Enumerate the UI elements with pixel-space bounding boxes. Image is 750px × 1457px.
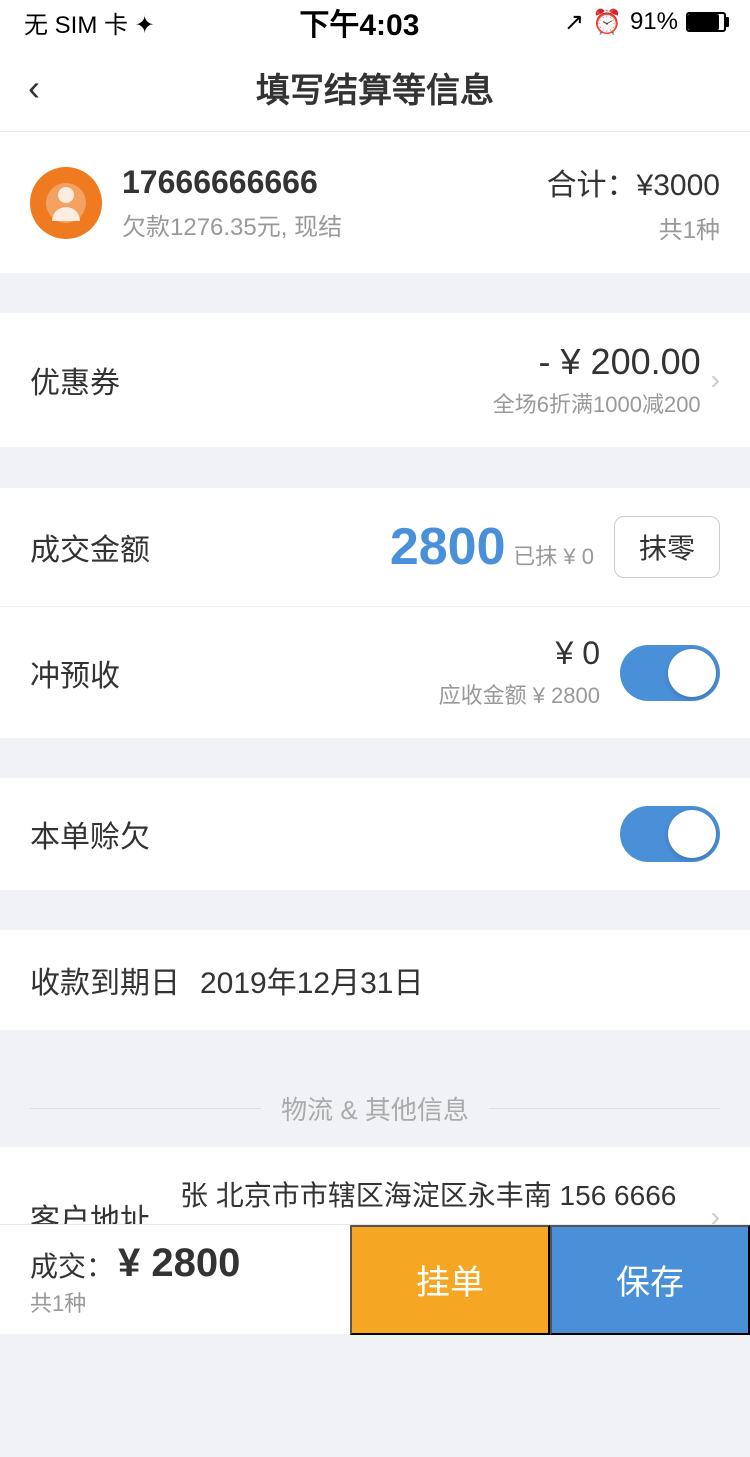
round-zero-button[interactable]: 抹零 bbox=[614, 516, 720, 578]
rush-right: ¥ 0 应收金额 ¥ 2800 bbox=[439, 635, 600, 710]
customer-right: 合计：¥3000 共1种 bbox=[547, 160, 720, 245]
bottom-summary: 成交： ¥ 2800 共1种 bbox=[0, 1241, 350, 1318]
sim-status: 无 SIM 卡 ✦ bbox=[24, 5, 155, 40]
coupon-value-area: - ¥ 200.00 全场6折满1000减200 bbox=[493, 341, 701, 419]
debt-toggle[interactable] bbox=[620, 806, 720, 862]
coupon-amount: - ¥ 200.00 bbox=[539, 341, 701, 383]
page-title: 填写结算等信息 bbox=[256, 63, 494, 112]
chevron-right-icon: › bbox=[711, 364, 720, 396]
divider-1 bbox=[0, 293, 750, 313]
deal-card: 成交金额 2800 已抹 ¥ 0 抹零 冲预收 ¥ 0 应收金额 ¥ 2800 bbox=[0, 488, 750, 738]
status-left: 无 SIM 卡 ✦ bbox=[24, 5, 155, 40]
deal-sub: 已抹 ¥ 0 bbox=[513, 544, 594, 569]
bottom-bar: 成交： ¥ 2800 共1种 挂单 保存 bbox=[0, 1224, 750, 1334]
avatar bbox=[30, 167, 102, 239]
back-button[interactable]: ‹ bbox=[28, 67, 40, 109]
debt-row: 本单赊欠 bbox=[0, 778, 750, 890]
due-date-value: 2019年12月31日 bbox=[200, 958, 423, 1002]
bottom-deal-row: 成交： ¥ 2800 bbox=[30, 1241, 320, 1286]
logistics-line-right bbox=[489, 1108, 720, 1109]
bottom-amount: ¥ 2800 bbox=[118, 1241, 240, 1286]
due-date-card: 收款到期日 2019年12月31日 bbox=[0, 930, 750, 1030]
rush-row: 冲预收 ¥ 0 应收金额 ¥ 2800 bbox=[0, 607, 750, 738]
bottom-deal-label: 成交： bbox=[30, 1245, 114, 1285]
deal-right: 2800 已抹 ¥ 0 抹零 bbox=[390, 516, 720, 578]
save-button[interactable]: 保存 bbox=[550, 1225, 750, 1335]
deal-number: 2800 bbox=[390, 518, 506, 576]
deal-label: 成交金额 bbox=[30, 525, 150, 569]
bottom-count: 共1种 bbox=[30, 1286, 320, 1318]
logistics-line-left bbox=[30, 1108, 261, 1109]
customer-sub: 欠款1276.35元, 现结 bbox=[122, 207, 342, 242]
due-date-label: 收款到期日 bbox=[30, 958, 180, 1002]
logistics-section-label: 物流 & 其他信息 bbox=[0, 1070, 750, 1147]
avatar-icon bbox=[46, 183, 86, 223]
total-count: 共1种 bbox=[547, 210, 720, 245]
battery-icon bbox=[686, 12, 726, 32]
coupon-desc: 全场6折满1000减200 bbox=[493, 387, 701, 419]
due-date-row: 收款到期日 2019年12月31日 bbox=[0, 930, 750, 1030]
rush-sub: 应收金额 ¥ 2800 bbox=[439, 678, 600, 710]
customer-info: 17666666666 欠款1276.35元, 现结 bbox=[122, 164, 342, 242]
location-icon: ↗ bbox=[564, 8, 584, 37]
rush-yen: ¥ 0 bbox=[556, 635, 600, 672]
debt-label: 本单赊欠 bbox=[30, 812, 150, 856]
debt-card: 本单赊欠 bbox=[0, 778, 750, 890]
divider-5 bbox=[0, 1050, 750, 1070]
customer-card: 17666666666 欠款1276.35元, 现结 合计：¥3000 共1种 bbox=[0, 132, 750, 273]
status-time: 下午4:03 bbox=[299, 0, 419, 44]
hold-button[interactable]: 挂单 bbox=[350, 1225, 550, 1335]
logistics-label: 物流 & 其他信息 bbox=[281, 1090, 469, 1127]
nav-bar: ‹ 填写结算等信息 bbox=[0, 44, 750, 132]
status-bar: 无 SIM 卡 ✦ 下午4:03 ↗ ⏰ 91% bbox=[0, 0, 750, 44]
customer-row: 17666666666 欠款1276.35元, 现结 合计：¥3000 共1种 bbox=[0, 132, 750, 273]
deal-row: 成交金额 2800 已抹 ¥ 0 抹零 bbox=[0, 488, 750, 607]
total-amount: 合计：¥3000 bbox=[547, 160, 720, 204]
customer-left: 17666666666 欠款1276.35元, 现结 bbox=[30, 164, 342, 242]
rush-toggle[interactable] bbox=[620, 645, 720, 701]
divider-4 bbox=[0, 910, 750, 930]
coupon-card: 优惠券 - ¥ 200.00 全场6折满1000减200 › bbox=[0, 313, 750, 448]
coupon-row[interactable]: 优惠券 - ¥ 200.00 全场6折满1000减200 › bbox=[0, 313, 750, 448]
coupon-label: 优惠券 bbox=[30, 358, 120, 402]
status-right: ↗ ⏰ 91% bbox=[564, 8, 726, 37]
rush-label: 冲预收 bbox=[30, 651, 120, 695]
alarm-icon: ⏰ bbox=[592, 8, 622, 37]
battery-level: 91% bbox=[630, 8, 678, 36]
divider-2 bbox=[0, 468, 750, 488]
customer-phone: 17666666666 bbox=[122, 164, 342, 201]
deal-value-wrap: 2800 已抹 ¥ 0 bbox=[390, 517, 594, 577]
divider-3 bbox=[0, 758, 750, 778]
